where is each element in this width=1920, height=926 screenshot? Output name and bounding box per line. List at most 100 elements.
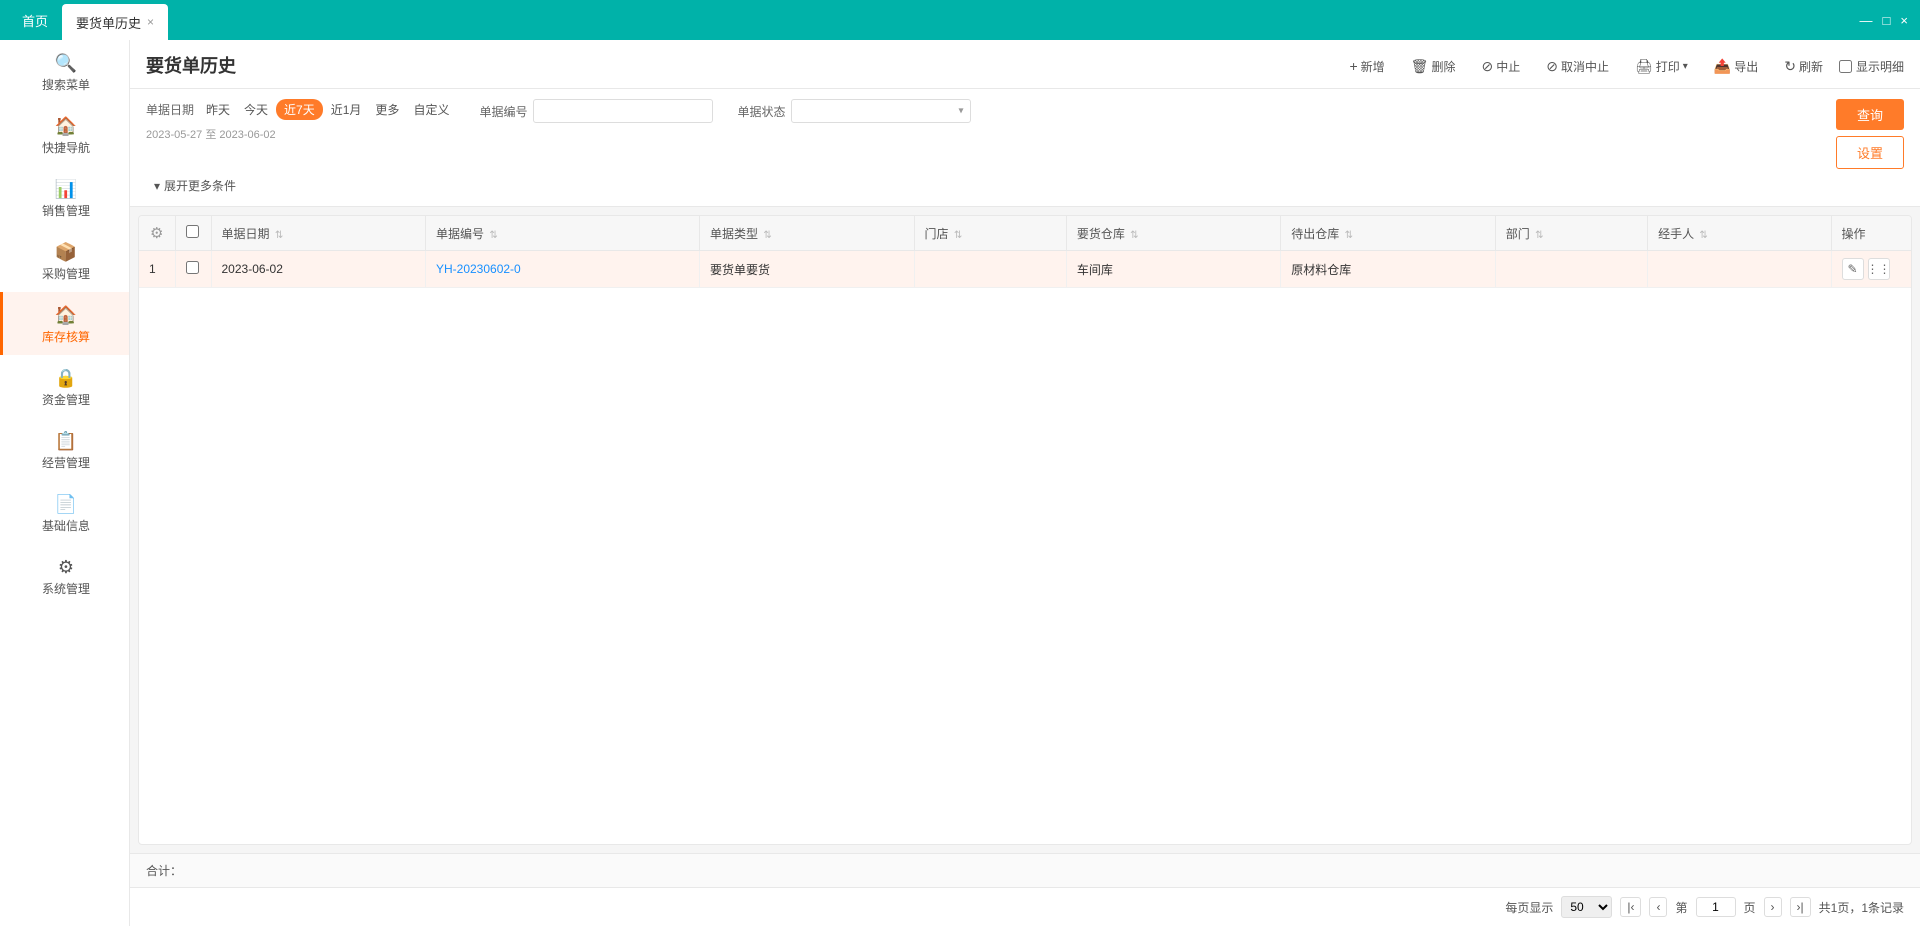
col-handler-label: 经手人 xyxy=(1658,227,1694,241)
col-doc-type-label: 单据类型 xyxy=(710,227,758,241)
doc-no-link[interactable]: YH-20230602-0 xyxy=(436,262,521,276)
footer-summary: 合计： xyxy=(130,853,1920,887)
sidebar-item-purchase-mgmt[interactable]: 📦 采购管理 xyxy=(0,229,129,292)
last-page-button[interactable]: ›| xyxy=(1790,897,1811,917)
col-handler: 经手人 ⇅ xyxy=(1648,216,1831,251)
status-select[interactable] xyxy=(791,99,971,123)
col-store-label: 门店 xyxy=(925,227,949,241)
date-btn-today[interactable]: 今天 xyxy=(238,99,274,120)
col-settings: ⚙ xyxy=(139,216,175,251)
page-input[interactable] xyxy=(1696,897,1736,917)
query-button[interactable]: 查询 xyxy=(1836,99,1904,130)
sidebar-item-label: 快捷导航 xyxy=(42,139,90,156)
delete-label: 删除 xyxy=(1431,58,1455,75)
row-pending-warehouse: 原材料仓库 xyxy=(1281,251,1495,288)
select-all-checkbox[interactable] xyxy=(186,225,199,238)
date-btn-1month[interactable]: 近1月 xyxy=(325,99,368,120)
col-action: 操作 xyxy=(1831,216,1911,251)
row-dept xyxy=(1495,251,1647,288)
purchase-mgmt-icon: 📦 xyxy=(55,243,77,261)
date-btn-yesterday[interactable]: 昨天 xyxy=(200,99,236,120)
sort-dept-icon[interactable]: ⇅ xyxy=(1535,230,1543,241)
table-row: 1 2023-06-02 YH-20230602-0 要货单要货 车间库 原材料… xyxy=(139,251,1911,288)
settings-button[interactable]: 设置 xyxy=(1836,136,1904,169)
per-page-select[interactable]: 50 100 200 xyxy=(1561,896,1612,918)
print-button[interactable]: 🖨 打印 ▾ xyxy=(1625,54,1698,79)
basic-info-icon: 📄 xyxy=(55,495,77,513)
row-action: ✎ ⋮⋮ xyxy=(1831,251,1911,288)
quick-nav-icon: 🏠 xyxy=(55,117,77,135)
sort-doc-type-icon[interactable]: ⇅ xyxy=(763,230,771,241)
sidebar-item-finance-mgmt[interactable]: 🔒 资金管理 xyxy=(0,355,129,418)
doc-no-label: 单据编号 xyxy=(479,103,527,120)
doc-no-input[interactable] xyxy=(533,99,713,123)
date-btn-7days[interactable]: 近7天 xyxy=(276,99,323,120)
window-controls: — □ × xyxy=(1860,13,1920,28)
export-button[interactable]: 📤 导出 xyxy=(1704,54,1768,79)
delete-button[interactable]: 🗑 删除 xyxy=(1401,54,1466,79)
sort-doc-no-icon[interactable]: ⇅ xyxy=(489,230,497,241)
sort-pending-warehouse-icon[interactable]: ⇅ xyxy=(1345,230,1353,241)
suspend-label: 中止 xyxy=(1496,58,1520,75)
row-handler xyxy=(1648,251,1831,288)
active-tab-label: 要货单历史 xyxy=(76,13,141,32)
col-date-label: 单据日期 xyxy=(222,227,270,241)
sort-req-warehouse-icon[interactable]: ⇅ xyxy=(1130,230,1138,241)
next-page-button[interactable]: › xyxy=(1764,897,1782,917)
cancel-suspend-button[interactable]: ⊘ 取消中止 xyxy=(1536,54,1619,79)
page-suffix: 页 xyxy=(1744,899,1756,916)
date-btn-more[interactable]: 更多 xyxy=(369,99,405,120)
more-action-icon[interactable]: ⋮⋮ xyxy=(1868,258,1890,280)
col-dept: 部门 ⇅ xyxy=(1495,216,1647,251)
tab-home[interactable]: 首页 xyxy=(8,0,62,40)
show-detail-checkbox[interactable] xyxy=(1839,60,1852,73)
sidebar-item-basic-info[interactable]: 📄 基础信息 xyxy=(0,481,129,544)
minimize-icon[interactable]: — xyxy=(1860,13,1873,28)
page-header: 要货单历史 + 新增 🗑 删除 ⊘ 中止 ⊘ xyxy=(130,40,1920,89)
row-store xyxy=(914,251,1066,288)
col-doc-no-label: 单据编号 xyxy=(436,227,484,241)
close-window-icon[interactable]: × xyxy=(1900,13,1908,28)
col-doc-no: 单据编号 ⇅ xyxy=(425,216,699,251)
sidebar-item-quick-nav[interactable]: 🏠 快捷导航 xyxy=(0,103,129,166)
filter-actions: 查询 设置 xyxy=(1836,99,1904,169)
add-button[interactable]: + 新增 xyxy=(1339,54,1394,79)
sort-handler-icon[interactable]: ⇅ xyxy=(1699,230,1707,241)
top-bar: 首页 要货单历史 × — □ × xyxy=(0,0,1920,40)
suspend-button[interactable]: ⊘ 中止 xyxy=(1471,54,1530,79)
sidebar-item-sales-mgmt[interactable]: 📊 销售管理 xyxy=(0,166,129,229)
row-select-checkbox[interactable] xyxy=(186,261,199,274)
refresh-button[interactable]: ↻ 刷新 xyxy=(1774,54,1833,79)
sidebar-item-sys-mgmt[interactable]: ⚙ 系统管理 xyxy=(0,544,129,607)
inventory-calc-icon: 🏠 xyxy=(55,306,77,324)
row-doc-type: 要货单要货 xyxy=(700,251,914,288)
tab-active[interactable]: 要货单历史 × xyxy=(62,4,168,40)
total-info: 共1页，1条记录 xyxy=(1819,899,1904,916)
cancel-suspend-icon: ⊘ xyxy=(1546,58,1558,75)
date-btn-custom[interactable]: 自定义 xyxy=(407,99,455,120)
sys-mgmt-icon: ⚙ xyxy=(58,558,74,576)
expand-more-btn[interactable]: ▾ 展开更多条件 xyxy=(146,175,1904,196)
maximize-icon[interactable]: □ xyxy=(1883,13,1891,28)
refresh-label: 刷新 xyxy=(1799,58,1823,75)
sidebar-item-search-menu[interactable]: 🔍 搜索菜单 xyxy=(0,40,129,103)
sidebar-item-inventory-calc[interactable]: 🏠 库存核算 xyxy=(0,292,129,355)
main-layout: 🔍 搜索菜单 🏠 快捷导航 📊 销售管理 📦 采购管理 🏠 库存核算 🔒 资金管… xyxy=(0,40,1920,926)
doc-no-filter-group: 单据编号 xyxy=(479,99,713,123)
first-page-button[interactable]: |‹ xyxy=(1620,897,1641,917)
edit-action-icon[interactable]: ✎ xyxy=(1842,258,1864,280)
col-req-warehouse-label: 要货仓库 xyxy=(1077,227,1125,241)
sidebar-item-ops-mgmt[interactable]: 📋 经营管理 xyxy=(0,418,129,481)
close-tab-icon[interactable]: × xyxy=(147,15,154,29)
show-detail-toggle[interactable]: 显示明细 xyxy=(1839,58,1904,75)
action-icons: ✎ ⋮⋮ xyxy=(1842,258,1902,280)
sort-date-icon[interactable]: ⇅ xyxy=(275,230,283,241)
sort-store-icon[interactable]: ⇅ xyxy=(954,230,962,241)
col-pending-warehouse-label: 待出仓库 xyxy=(1291,227,1339,241)
sidebar-item-label: 基础信息 xyxy=(42,517,90,534)
prev-page-button[interactable]: ‹ xyxy=(1649,897,1667,917)
column-settings-icon[interactable]: ⚙ xyxy=(149,224,165,242)
expand-more-label: 展开更多条件 xyxy=(164,177,236,194)
cancel-suspend-label: 取消中止 xyxy=(1561,58,1609,75)
home-tab-label: 首页 xyxy=(22,11,48,30)
